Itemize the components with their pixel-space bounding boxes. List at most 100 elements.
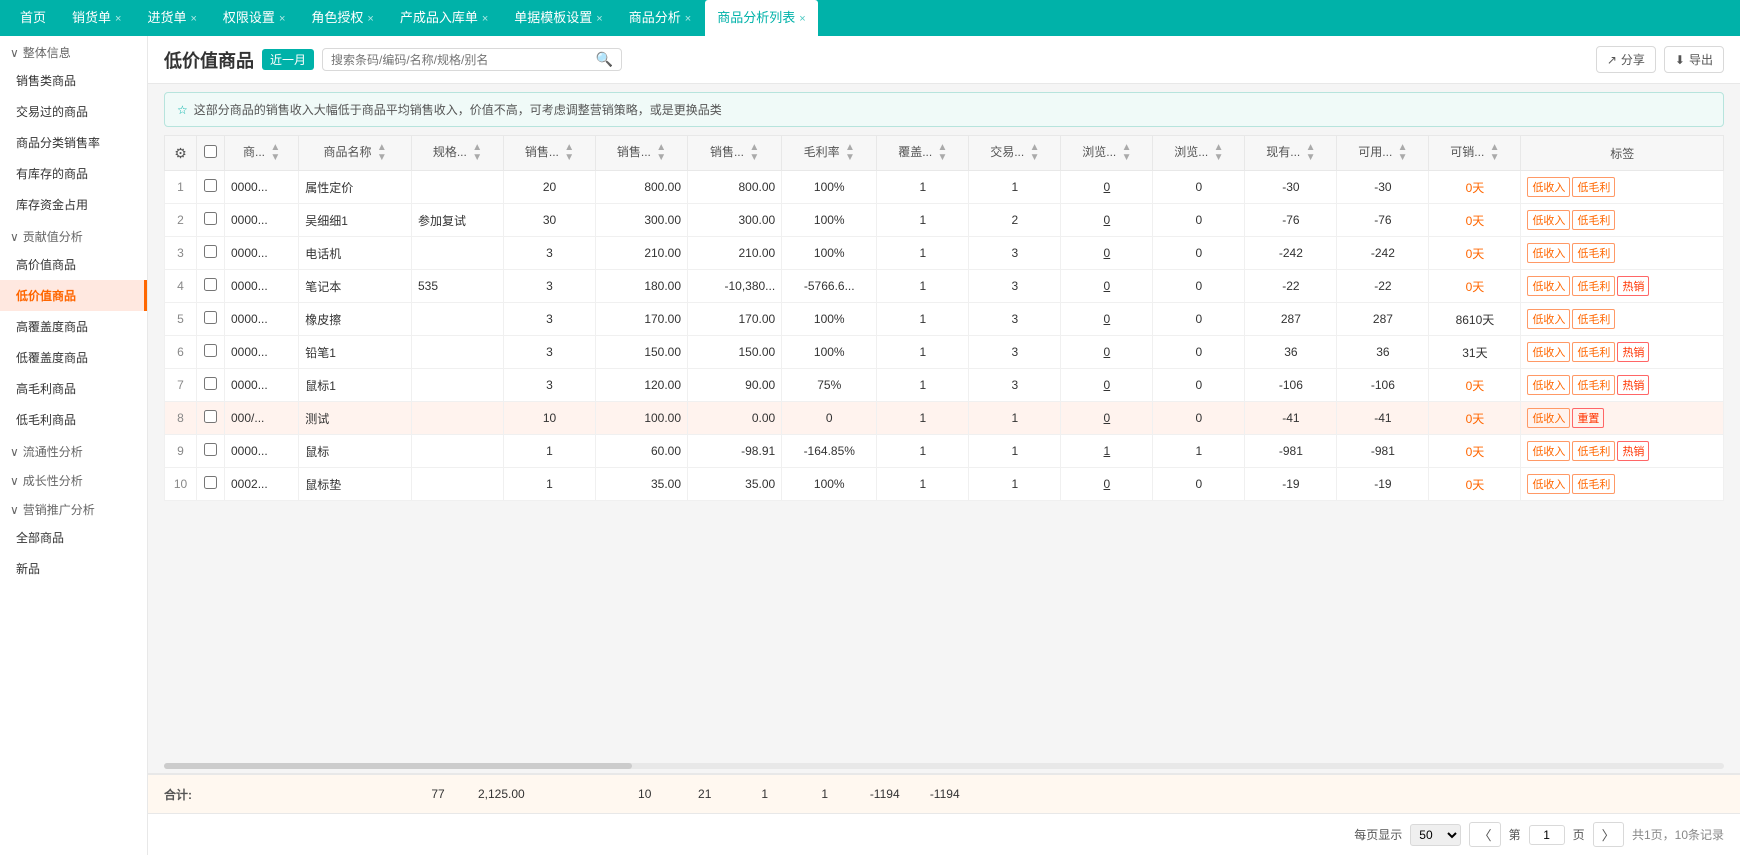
nav-purchase[interactable]: 进货单× [135,0,208,36]
content-header: 低价值商品 近一月 🔍 ↗ 分享 ⬇ 导出 [148,36,1740,84]
next-page-button[interactable]: 〉 [1593,822,1624,847]
sidebar-item-new-products[interactable]: 新品 [0,553,147,584]
sidebar-item-traded-products[interactable]: 交易过的商品 [0,96,147,127]
view-link[interactable]: 0 [1104,378,1111,392]
sidebar-group-marketing-header[interactable]: ∨ 营销推广分析 [0,493,147,522]
row-checkbox[interactable] [204,212,217,225]
num-cell: 9 [165,435,197,468]
view-link[interactable]: 0 [1104,180,1111,194]
page-input[interactable] [1529,825,1565,845]
spec-column-header[interactable]: 规格... ▲▼ [411,136,503,171]
sidebar-item-low-coverage[interactable]: 低覆盖度商品 [0,342,147,373]
current-column-header[interactable]: 现有... ▲▼ [1245,136,1337,171]
sales3-column-header[interactable]: 销售... ▲▼ [688,136,782,171]
search-box: 🔍 [322,48,622,71]
row-checkbox[interactable] [204,179,217,192]
view-link[interactable]: 0 [1104,312,1111,326]
export-button[interactable]: ⬇ 导出 [1664,46,1724,73]
search-input[interactable] [331,53,592,67]
view-link[interactable]: 0 [1104,477,1111,491]
code-column-header[interactable]: 商... ▲▼ [225,136,299,171]
view-link[interactable]: 0 [1104,345,1111,359]
tag-badge: 热销 [1617,441,1649,461]
nav-close-icon[interactable]: × [482,13,488,25]
nav-sales-order[interactable]: 销货单× [60,0,133,36]
sellable-cell: 0天 [1429,204,1521,237]
nav-permissions[interactable]: 权限设置× [211,0,297,36]
sidebar-item-low-value[interactable]: 低价值商品 [0,280,147,311]
available-column-header[interactable]: 可用... ▲▼ [1337,136,1429,171]
name-cell: 笔记本 [299,270,412,303]
row-checkbox[interactable] [204,344,217,357]
cover-column-header[interactable]: 覆盖... ▲▼ [877,136,969,171]
view2-column-header[interactable]: 浏览... ▲▼ [1153,136,1245,171]
sidebar-group-contribution-header[interactable]: ∨ 贡献值分析 [0,220,147,249]
code-cell: 0000... [225,336,299,369]
row-checkbox[interactable] [204,311,217,324]
nav-close-icon[interactable]: × [190,13,196,25]
nav-template-settings[interactable]: 单据模板设置× [502,0,614,36]
trade-column-header[interactable]: 交易... ▲▼ [969,136,1061,171]
nav-product-analysis[interactable]: 商品分析× [617,0,703,36]
sales1-column-header[interactable]: 销售... ▲▼ [503,136,595,171]
page-size-select[interactable]: 50 100 [1410,824,1461,846]
row-checkbox[interactable] [204,410,217,423]
row-checkbox[interactable] [204,476,217,489]
name-cell: 吴细细1 [299,204,412,237]
sidebar-item-category-sales-rate[interactable]: 商品分类销售率 [0,127,147,158]
available-cell: -106 [1337,369,1429,402]
view-link[interactable]: 0 [1104,246,1111,260]
total-s1: 77 [408,783,468,805]
scrollbar-thumb[interactable] [164,763,632,769]
row-checkbox[interactable] [204,443,217,456]
total-empty [208,783,408,805]
share-button[interactable]: ↗ 分享 [1596,46,1656,73]
sidebar-group-overall-header[interactable]: ∨ 整体信息 [0,36,147,65]
row-checkbox[interactable] [204,245,217,258]
view-link[interactable]: 0 [1104,213,1111,227]
total-available: -1194 [915,783,975,805]
prev-page-button[interactable]: 〈 [1469,822,1500,847]
nav-close-icon[interactable]: × [685,13,691,25]
select-all-checkbox[interactable] [204,145,217,158]
page-label: 第 [1509,826,1521,843]
nav-close-icon[interactable]: × [799,13,805,25]
nav-home[interactable]: 首页 [8,0,58,36]
sidebar-group-growth-header[interactable]: ∨ 成长性分析 [0,464,147,493]
name-column-header[interactable]: 商品名称 ▲▼ [299,136,412,171]
s2-cell: 170.00 [596,303,688,336]
view-link[interactable]: 1 [1104,444,1111,458]
margin-cell: 100% [782,468,877,501]
row-checkbox[interactable] [204,278,217,291]
sidebar-item-all-products[interactable]: 全部商品 [0,522,147,553]
sales2-column-header[interactable]: 销售... ▲▼ [596,136,688,171]
date-badge[interactable]: 近一月 [262,49,314,70]
nav-product-inbound[interactable]: 产成品入库单× [388,0,500,36]
sidebar-item-stocked-products[interactable]: 有库存的商品 [0,158,147,189]
view2-cell: 1 [1153,435,1245,468]
horizontal-scrollbar[interactable] [164,763,1724,769]
search-icon[interactable]: 🔍 [596,51,613,68]
view-link[interactable]: 0 [1104,279,1111,293]
settings-icon[interactable]: ⚙ [174,145,187,161]
nav-product-analysis-list[interactable]: 商品分析列表× [705,0,817,36]
nav-close-icon[interactable]: × [115,13,121,25]
sidebar-item-inventory-capital[interactable]: 库存资金占用 [0,189,147,220]
nav-roles[interactable]: 角色授权× [299,0,385,36]
sidebar-group-circulation-header[interactable]: ∨ 流通性分析 [0,435,147,464]
sellable-column-header[interactable]: 可销... ▲▼ [1429,136,1521,171]
name-cell: 鼠标 [299,435,412,468]
sidebar-item-sales-products[interactable]: 销售类商品 [0,65,147,96]
name-cell: 鼠标垫 [299,468,412,501]
nav-close-icon[interactable]: × [279,13,285,25]
sidebar-item-high-coverage[interactable]: 高覆盖度商品 [0,311,147,342]
sidebar-item-low-profit[interactable]: 低毛利商品 [0,404,147,435]
nav-close-icon[interactable]: × [596,13,602,25]
sidebar-item-high-value[interactable]: 高价值商品 [0,249,147,280]
nav-close-icon[interactable]: × [367,13,373,25]
view1-column-header[interactable]: 浏览... ▲▼ [1061,136,1153,171]
row-checkbox[interactable] [204,377,217,390]
margin-column-header[interactable]: 毛利率 ▲▼ [782,136,877,171]
view-link[interactable]: 0 [1104,411,1111,425]
sidebar-item-high-profit[interactable]: 高毛利商品 [0,373,147,404]
